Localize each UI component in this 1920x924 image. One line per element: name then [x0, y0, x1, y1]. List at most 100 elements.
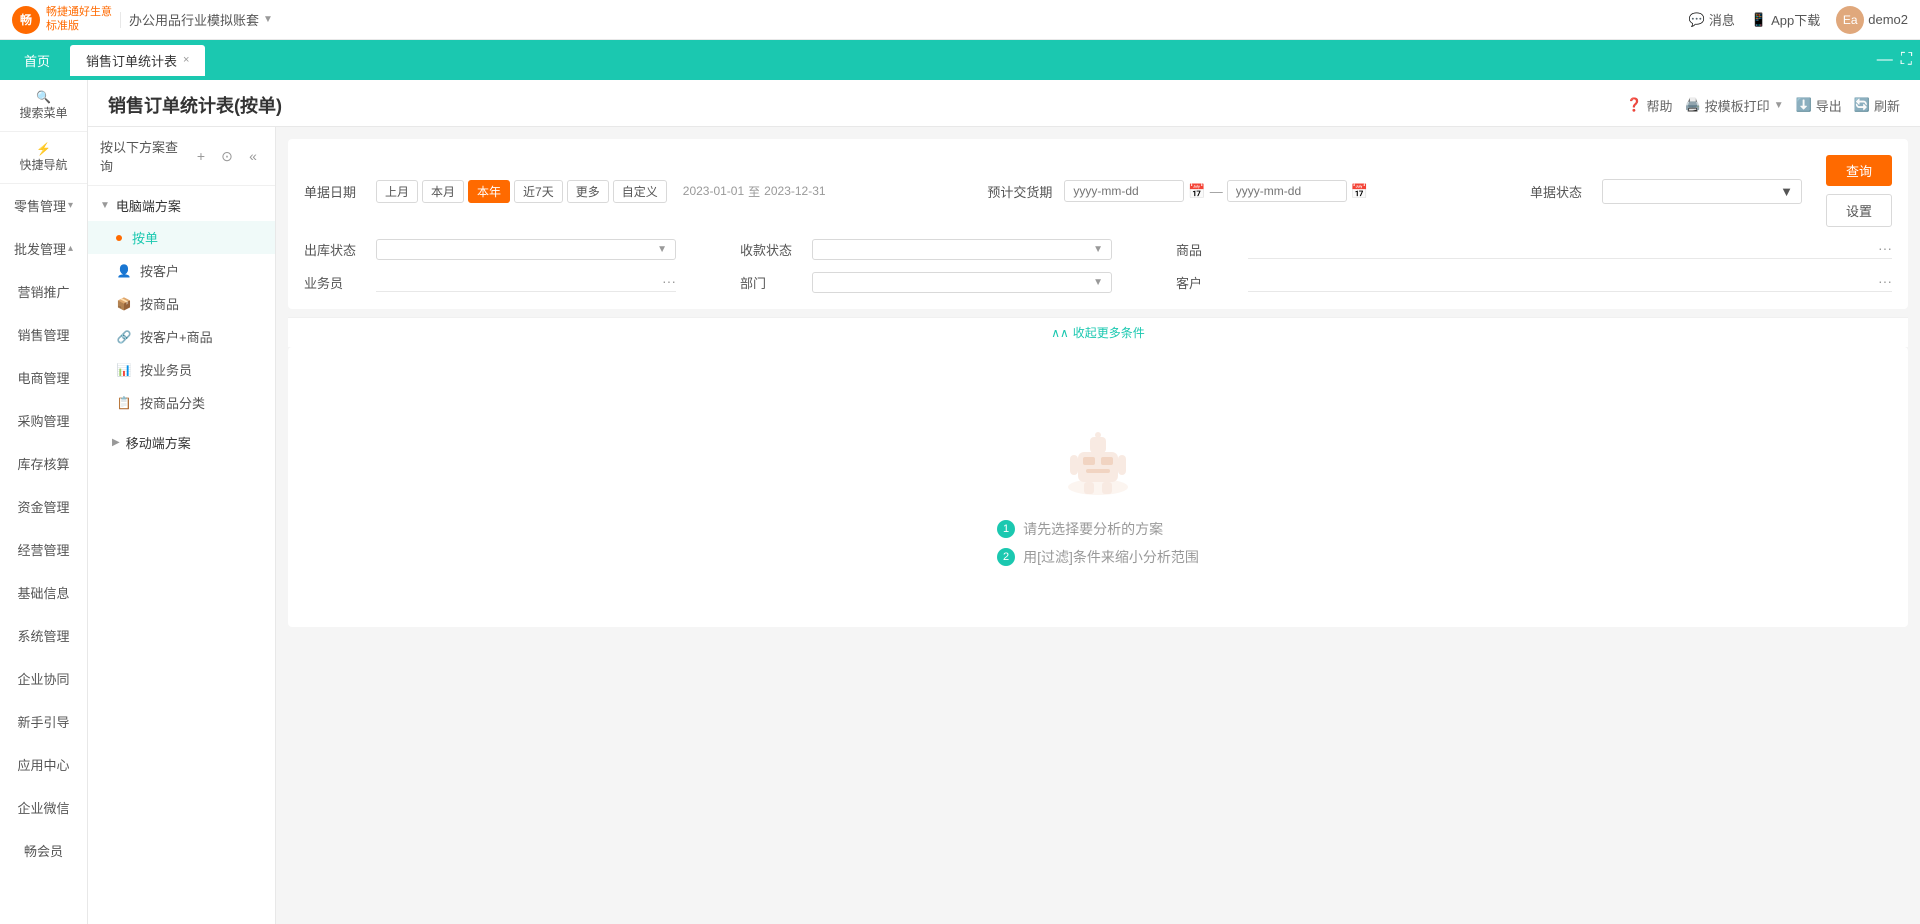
desktop-section-header[interactable]: ▼ 电脑端方案: [88, 190, 275, 221]
logo-text: 畅捷通好生意 标准版: [46, 6, 112, 32]
collapse-button[interactable]: ∧∧ 收起更多条件: [1051, 324, 1145, 341]
sidebar-item-retail-label: 零售管理: [14, 196, 66, 215]
payment-chevron: ▼: [1093, 244, 1103, 255]
sidebar-quick-nav[interactable]: ⚡ 快捷导航: [0, 132, 87, 184]
empty-state: 1 请先选择要分析的方案 2 用[过滤]条件来缩小分析范围: [288, 347, 1908, 627]
topbar-left: 畅 畅捷通好生意 标准版 办公用品行业模拟账套 ▼: [12, 6, 273, 34]
scheme-item-by-order[interactable]: 按单: [88, 221, 275, 254]
custom-btn[interactable]: 自定义: [613, 180, 667, 203]
sidebar-item-basic[interactable]: 基础信息: [0, 571, 87, 614]
scheme-settings-icon[interactable]: ⊙: [217, 146, 237, 166]
by-customer-icon: 👤: [116, 263, 132, 279]
sidebar-item-enterprise[interactable]: 企业协同: [0, 657, 87, 700]
date-range-display: 2023-01-01 至 2023-12-31: [683, 183, 826, 200]
sidebar-item-system[interactable]: 系统管理: [0, 614, 87, 657]
predicted-date-from[interactable]: [1064, 180, 1184, 202]
payment-status-select[interactable]: ▼: [812, 239, 1112, 260]
scheme-collapse-icon[interactable]: «: [243, 146, 263, 166]
sidebar-item-sales[interactable]: 销售管理: [0, 313, 87, 356]
topbar-divider: [120, 12, 121, 28]
by-goods-icon: 📦: [116, 296, 132, 312]
print-button[interactable]: 🖨️ 按模板打印 ▼: [1684, 96, 1783, 115]
tabbar-actions: — ⛶: [1877, 51, 1912, 69]
workspace-selector[interactable]: 办公用品行业模拟账套 ▼: [129, 10, 273, 29]
help-button[interactable]: ❓ 帮助: [1626, 96, 1672, 115]
scheme-add-icon[interactable]: +: [191, 146, 211, 166]
topbar: 畅 畅捷通好生意 标准版 办公用品行业模拟账套 ▼ 💬 消息 📱 App下载 E…: [0, 0, 1920, 40]
message-label: 消息: [1709, 10, 1735, 29]
tab-close-icon[interactable]: ×: [183, 54, 189, 66]
message-action[interactable]: 💬 消息: [1689, 10, 1735, 29]
filter-row-2: 出库状态 ▼ 收款状态 ▼ 商品: [304, 239, 1892, 260]
ship-status-label: 出库状态: [304, 240, 364, 259]
topbar-right: 💬 消息 📱 App下载 Ea demo2: [1689, 6, 1908, 34]
scheme-item-by-salesperson[interactable]: 📊 按业务员: [88, 353, 275, 386]
sidebar-item-operations[interactable]: 经营管理: [0, 528, 87, 571]
active-dot: [116, 235, 122, 241]
empty-hints: 1 请先选择要分析的方案 2 用[过滤]条件来缩小分析范围: [997, 519, 1199, 567]
customer-dots[interactable]: ···: [1878, 273, 1892, 289]
last7days-btn[interactable]: 近7天: [514, 180, 563, 203]
calendar-icon-from[interactable]: 📅: [1188, 183, 1205, 200]
empty-hint-1: 1 请先选择要分析的方案: [997, 519, 1199, 539]
sidebar-search[interactable]: 🔍 搜索菜单: [0, 80, 87, 132]
sidebar-item-marketing[interactable]: 营销推广: [0, 270, 87, 313]
status-select[interactable]: ▼: [1602, 179, 1802, 204]
scheme-item-by-category-label: 按商品分类: [140, 393, 205, 412]
sidebar-item-ecommerce[interactable]: 电商管理: [0, 356, 87, 399]
tab-home[interactable]: 首页: [8, 45, 66, 76]
sidebar-item-wechat[interactable]: 企业微信: [0, 786, 87, 829]
sidebar-item-purchase[interactable]: 采购管理: [0, 399, 87, 442]
export-button[interactable]: ⬇️ 导出: [1796, 96, 1842, 115]
sidebar-item-appcenter-label: 应用中心: [17, 758, 69, 773]
scheme-item-by-goods[interactable]: 📦 按商品: [88, 287, 275, 320]
empty-illustration: [1048, 407, 1148, 507]
sidebar-item-wholesale[interactable]: 批发管理 ▴: [0, 227, 87, 270]
user-avatar-text: Ea: [1843, 13, 1858, 27]
sidebar-item-appcenter[interactable]: 应用中心: [0, 743, 87, 786]
query-button[interactable]: 查询: [1826, 155, 1892, 186]
minimize-button[interactable]: —: [1877, 51, 1893, 69]
sidebar-item-retail[interactable]: 零售管理 ▾: [0, 184, 87, 227]
hint-num-1: 1: [997, 520, 1015, 538]
goods-label: 商品: [1176, 240, 1236, 259]
department-chevron: ▼: [1093, 277, 1103, 288]
print-icon: 🖨️: [1684, 97, 1700, 113]
sidebar-item-finance[interactable]: 资金管理: [0, 485, 87, 528]
last-month-btn[interactable]: 上月: [376, 180, 418, 203]
mobile-section-header[interactable]: ▶ 移动端方案: [88, 427, 275, 458]
scheme-item-by-customer[interactable]: 👤 按客户: [88, 254, 275, 287]
goods-dots[interactable]: ···: [1878, 240, 1892, 256]
sidebar-item-member[interactable]: 畅会员: [0, 829, 87, 872]
scheme-item-by-customer-goods[interactable]: 🔗 按客户+商品: [88, 320, 275, 353]
predicted-date-to[interactable]: [1227, 180, 1347, 202]
app-download-action[interactable]: 📱 App下载: [1751, 10, 1820, 29]
refresh-label: 刷新: [1874, 96, 1900, 115]
more-btn[interactable]: 更多: [567, 180, 609, 203]
sidebar-item-sales-label: 销售管理: [17, 328, 69, 343]
department-select[interactable]: ▼: [812, 272, 1112, 293]
user-action[interactable]: Ea demo2: [1836, 6, 1908, 34]
date-to-display: 2023-12-31: [764, 184, 825, 198]
maximize-button[interactable]: ⛶: [1901, 51, 1912, 69]
calendar-icon-to[interactable]: 📅: [1351, 183, 1368, 200]
main-layout: 🔍 搜索菜单 ⚡ 快捷导航 零售管理 ▾ 批发管理 ▴ 营销推广 销售管理 电商…: [0, 80, 1920, 924]
sidebar-item-newuser[interactable]: 新手引导: [0, 700, 87, 743]
sidebar-item-inventory[interactable]: 库存核算: [0, 442, 87, 485]
tab-active[interactable]: 销售订单统计表 ×: [70, 45, 205, 76]
refresh-button[interactable]: 🔄 刷新: [1854, 96, 1900, 115]
sidebar-arrow-wholesale: ▴: [68, 243, 73, 254]
collapse-icon: ∧∧: [1051, 326, 1069, 340]
sidebar-arrow-retail: ▾: [68, 200, 73, 211]
settings-button[interactable]: 设置: [1826, 194, 1892, 227]
salesperson-dots[interactable]: ···: [662, 273, 676, 289]
scheme-item-by-category[interactable]: 📋 按商品分类: [88, 386, 275, 419]
ship-status-select[interactable]: ▼: [376, 239, 676, 260]
this-year-btn[interactable]: 本年: [468, 180, 510, 203]
this-month-btn[interactable]: 本月: [422, 180, 464, 203]
print-chevron: ▼: [1774, 100, 1784, 111]
message-icon: 💬: [1689, 12, 1705, 28]
help-icon: ❓: [1626, 97, 1642, 113]
sidebar-item-member-label: 畅会员: [24, 844, 63, 859]
date-label: 单据日期: [304, 182, 364, 201]
